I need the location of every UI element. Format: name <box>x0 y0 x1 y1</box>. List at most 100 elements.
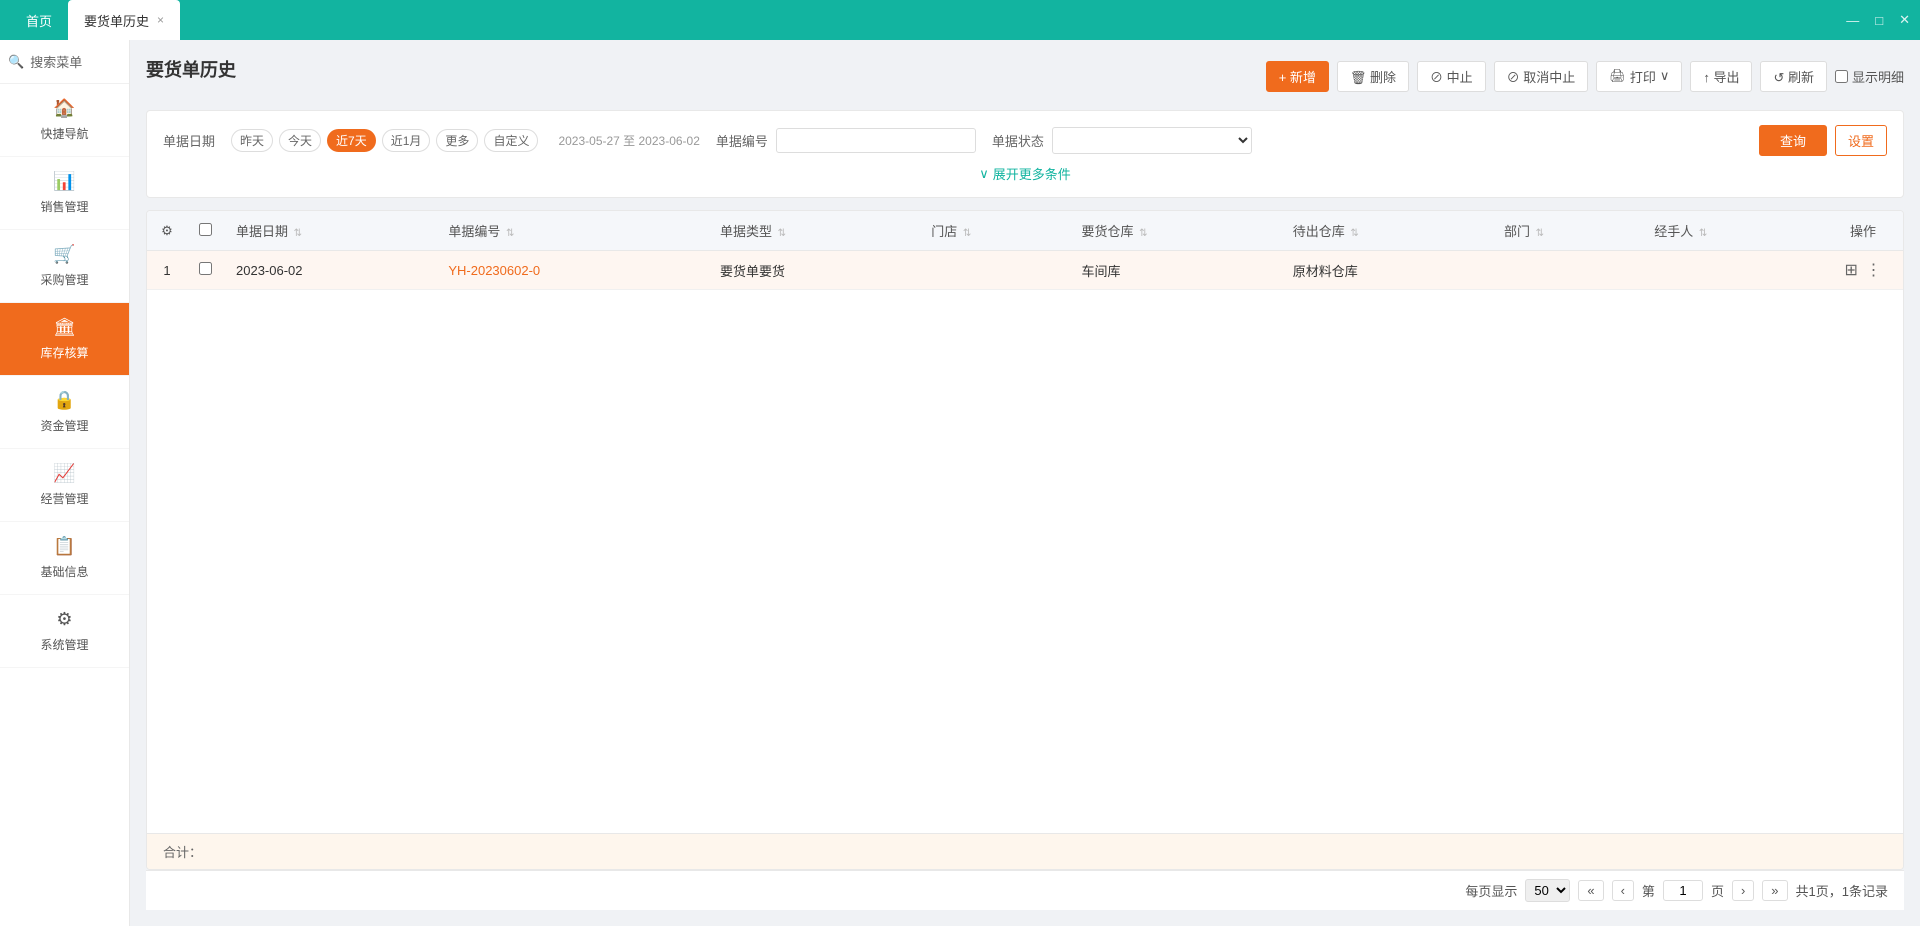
sidebar-item-quick-nav[interactable]: 🏠 快捷导航 <box>0 84 129 157</box>
th-pending-wh[interactable]: 待出仓库 ⇅ <box>1281 211 1492 251</box>
print-arrow-icon: ∨ <box>1660 68 1670 84</box>
th-request-wh[interactable]: 要货仓库 ⇅ <box>1070 211 1281 251</box>
sidebar-item-system[interactable]: ⚙ 系统管理 <box>0 595 129 668</box>
sort-doctype-icon: ⇅ <box>778 228 786 239</box>
doc-no-label: 单据编号 <box>716 131 768 150</box>
page-input[interactable] <box>1663 880 1703 901</box>
total-label: 共1页，1条记录 <box>1796 881 1888 900</box>
cell-doc-type: 要货单要货 <box>708 251 919 290</box>
sidebar-item-label: 资金管理 <box>40 417 88 434</box>
cell-handler <box>1642 251 1823 290</box>
stop-button[interactable]: ⊘ 中止 <box>1417 61 1486 92</box>
doc-no-group: 单据编号 <box>716 128 976 153</box>
th-doc-no[interactable]: 单据编号 ⇅ <box>436 211 708 251</box>
window-minimize[interactable]: — <box>1846 13 1859 28</box>
close-tab-icon[interactable]: × <box>157 13 164 27</box>
summary-label: 合计： <box>163 842 202 861</box>
sidebar-item-sales[interactable]: 📊 销售管理 <box>0 157 129 230</box>
prev-page-button[interactable]: ‹ <box>1612 880 1634 901</box>
th-date[interactable]: 单据日期 ⇅ <box>224 211 436 251</box>
search-label: 搜索菜单 <box>30 52 82 71</box>
more-op-icon[interactable]: ⋮ <box>1864 260 1884 281</box>
date-btn-1month[interactable]: 近1月 <box>382 129 431 152</box>
next-page-button[interactable]: › <box>1732 880 1754 901</box>
expand-more-icon: ∨ <box>979 166 989 182</box>
table-row: 1 2023-06-02 YH-20230602-0 要货单要货 车间库 原材料… <box>147 251 1903 290</box>
print-button[interactable]: 🖨 🖨 打印 打印 ∨ <box>1596 61 1682 92</box>
date-btn-7days[interactable]: 近7天 <box>327 129 376 152</box>
th-dept[interactable]: 部门 ⇅ <box>1492 211 1642 251</box>
settings-button[interactable]: 设置 <box>1835 125 1887 156</box>
date-btn-yesterday[interactable]: 昨天 <box>231 129 273 152</box>
sidebar-item-label: 快捷导航 <box>40 125 88 142</box>
tab-history[interactable]: 要货单历史 × <box>68 0 180 40</box>
display-detail-label: 显示明细 <box>1835 67 1904 86</box>
table-header: ⚙ 单据日期 ⇅ 单据编号 ⇅ <box>147 211 1903 251</box>
refresh-button[interactable]: ↺ 刷新 <box>1760 61 1827 92</box>
cell-store <box>919 251 1069 290</box>
window-maximize[interactable]: □ <box>1875 13 1883 28</box>
print-icon: 🖨 <box>1609 68 1626 84</box>
doc-no-link[interactable]: YH-20230602-0 <box>448 263 540 278</box>
select-all-checkbox[interactable] <box>199 223 212 236</box>
cancel-stop-button[interactable]: ⊘ 取消中止 <box>1494 61 1589 92</box>
sidebar-item-operations[interactable]: 📈 经营管理 <box>0 449 129 522</box>
sidebar-item-label: 采购管理 <box>40 271 88 288</box>
warehouse-icon: 🏛 <box>53 317 76 338</box>
gear-icon: ⚙ <box>56 609 72 630</box>
cell-dept <box>1492 251 1642 290</box>
per-page-select[interactable]: 50 <box>1525 879 1570 902</box>
display-detail-checkbox[interactable] <box>1835 70 1848 83</box>
new-button[interactable]: + 新增 <box>1266 61 1329 92</box>
th-handler[interactable]: 经手人 ⇅ <box>1642 211 1823 251</box>
delete-button[interactable]: 🗑 删除 <box>1337 61 1409 92</box>
date-btn-custom[interactable]: 自定义 <box>484 129 538 152</box>
date-btn-today[interactable]: 今天 <box>279 129 321 152</box>
home-icon: 🏠 <box>53 98 75 119</box>
query-button[interactable]: 查询 <box>1759 125 1827 156</box>
doc-no-input[interactable] <box>776 128 976 153</box>
status-select[interactable] <box>1052 127 1252 154</box>
cell-index: 1 <box>147 251 187 290</box>
header-row: ⚙ 单据日期 ⇅ 单据编号 ⇅ <box>147 211 1903 251</box>
last-page-button[interactable]: » <box>1762 880 1787 901</box>
expand-more-label: 展开更多条件 <box>993 164 1071 183</box>
summary-bar: 合计： <box>147 833 1903 869</box>
window-close[interactable]: ✕ <box>1899 12 1910 28</box>
top-bar: 首页 要货单历史 × — □ ✕ <box>0 0 1920 40</box>
first-page-button[interactable]: « <box>1578 880 1603 901</box>
content-area: 要货单历史 + 新增 🗑 删除 ⊘ 中止 ⊘ 取消中止 🖨 🖨 打印 打印 ∨ … <box>130 40 1920 926</box>
date-btn-more[interactable]: 更多 <box>436 129 478 152</box>
sidebar-item-basic-info[interactable]: 📋 基础信息 <box>0 522 129 595</box>
page-label: 第 <box>1642 881 1655 900</box>
cell-doc-no: YH-20230602-0 <box>436 251 708 290</box>
sort-requestwh-icon: ⇅ <box>1139 228 1147 239</box>
main-layout: 🔍 搜索菜单 🏠 快捷导航 📊 销售管理 🛒 采购管理 🏛 库存核算 🔒 资金管… <box>0 40 1920 926</box>
tab-home[interactable]: 首页 <box>10 0 68 40</box>
th-store[interactable]: 门店 ⇅ <box>919 211 1069 251</box>
th-gear[interactable]: ⚙ <box>147 211 187 251</box>
filter-row-1: 单据日期 昨天 今天 近7天 近1月 更多 自定义 2023-05-27 至 2… <box>163 125 1887 156</box>
cart-icon: 🛒 <box>53 244 75 265</box>
row-checkbox[interactable] <box>199 262 212 275</box>
th-doc-type[interactable]: 单据类型 ⇅ <box>708 211 919 251</box>
sidebar-item-label: 销售管理 <box>40 198 88 215</box>
sort-docno-icon: ⇅ <box>506 228 514 239</box>
sidebar-item-finance[interactable]: 🔒 资金管理 <box>0 376 129 449</box>
table-body: 1 2023-06-02 YH-20230602-0 要货单要货 车间库 原材料… <box>147 251 1903 290</box>
title-action-bar: 要货单历史 + 新增 🗑 删除 ⊘ 中止 ⊘ 取消中止 🖨 🖨 打印 打印 ∨ … <box>146 56 1904 96</box>
export-button[interactable]: ↑ 导出 <box>1690 61 1752 92</box>
th-ops: 操作 <box>1823 211 1903 251</box>
view-op-icon[interactable]: ⊞ <box>1842 260 1859 281</box>
sidebar-search[interactable]: 🔍 搜索菜单 <box>0 40 129 84</box>
sidebar-item-inventory[interactable]: 🏛 库存核算 <box>0 303 129 376</box>
table-container: ⚙ 单据日期 ⇅ 单据编号 ⇅ <box>146 210 1904 870</box>
expand-more[interactable]: ∨ 展开更多条件 <box>163 164 1887 183</box>
lock-icon: 🔒 <box>53 390 75 411</box>
sidebar-item-purchase[interactable]: 🛒 采购管理 <box>0 230 129 303</box>
window-controls: — □ ✕ <box>1846 12 1910 28</box>
cell-pending-wh: 原材料仓库 <box>1281 251 1492 290</box>
sort-store-icon: ⇅ <box>963 228 971 239</box>
per-page-label: 每页显示 <box>1465 881 1517 900</box>
operations-icon: 📈 <box>53 463 75 484</box>
